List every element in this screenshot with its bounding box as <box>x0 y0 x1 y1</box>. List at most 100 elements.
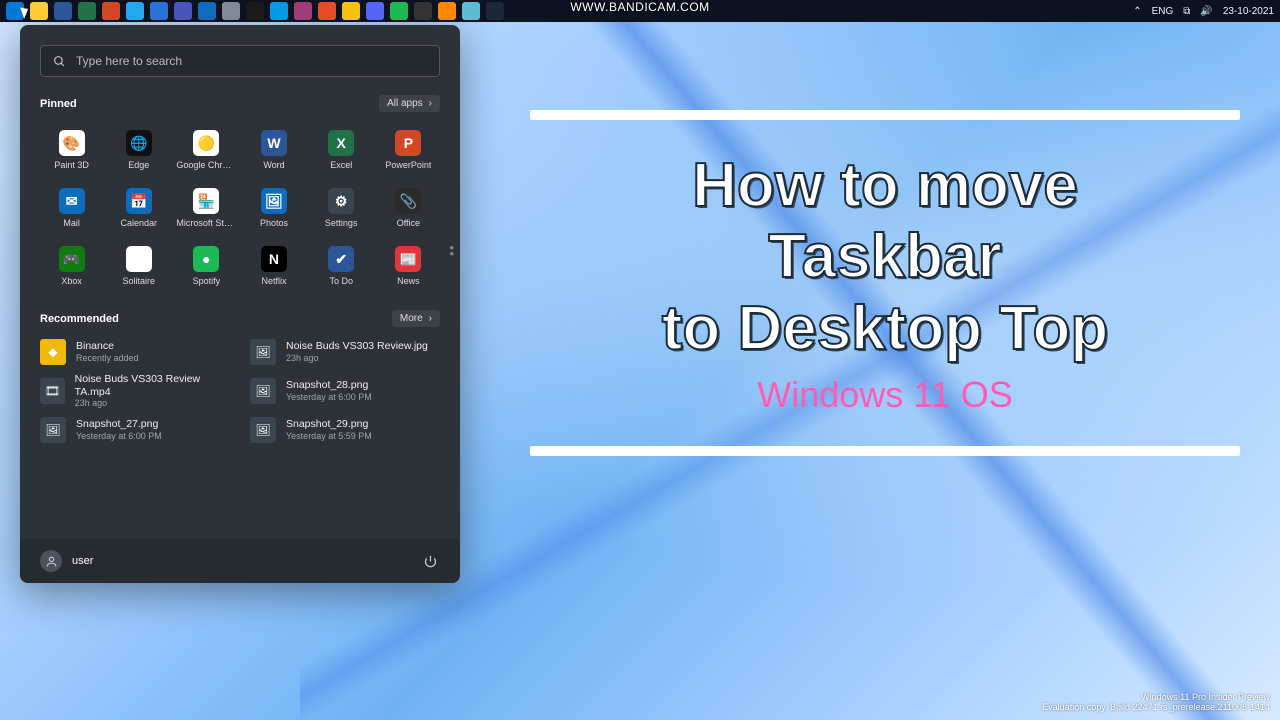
pinned-app-solitaire[interactable]: ♠Solitaire <box>107 240 170 292</box>
recommended-title: Snapshot_29.png <box>286 418 372 431</box>
tutorial-title-overlay: How to move Taskbar to Desktop Top Windo… <box>530 110 1240 456</box>
search-input[interactable]: Type here to search <box>40 45 440 77</box>
tray-date[interactable]: 23-10-2021 <box>1223 6 1274 17</box>
more-button[interactable]: More › <box>392 310 440 327</box>
recommended-title: Snapshot_27.png <box>76 418 162 431</box>
pinned-label: Settings <box>325 218 358 228</box>
file-icon: 🖼 <box>40 417 66 443</box>
search-placeholder: Type here to search <box>76 54 182 68</box>
pinned-app-powerpoint[interactable]: PPowerPoint <box>377 124 440 176</box>
pinned-app-excel[interactable]: XExcel <box>310 124 373 176</box>
windows-build-text: Windows 11 Pro Insider Preview Evaluatio… <box>1042 692 1270 712</box>
tray-chevron-icon[interactable]: ⌃ <box>1133 6 1141 17</box>
title-line-3: to Desktop Top <box>530 293 1240 364</box>
pinned-page-indicator[interactable]: •• <box>449 245 454 257</box>
pinned-label: Xbox <box>61 276 82 286</box>
taskbar-app-spotify[interactable] <box>390 2 408 20</box>
word-icon: W <box>261 130 287 156</box>
avatar-icon <box>40 550 62 572</box>
pinned-app-todo[interactable]: ✔To Do <box>310 240 373 292</box>
recommended-subtitle: Yesterday at 6:00 PM <box>76 431 162 442</box>
pinned-label: Google Chrome <box>176 160 236 170</box>
taskbar-app-mail[interactable] <box>198 2 216 20</box>
tray-language-indicator[interactable]: ENG <box>1152 6 1174 17</box>
pinned-app-edge[interactable]: 🌐Edge <box>107 124 170 176</box>
user-profile-button[interactable]: user <box>40 550 93 572</box>
taskbar-app-settings[interactable] <box>222 2 240 20</box>
pinned-app-spotify[interactable]: ●Spotify <box>174 240 238 292</box>
recommended-item[interactable]: 🎞Noise Buds VS303 Review TA.mp423h ago <box>40 373 230 409</box>
pinned-label: Microsoft Store <box>176 218 236 228</box>
recommended-item[interactable]: 🖼Snapshot_29.pngYesterday at 5:59 PM <box>250 417 440 443</box>
taskbar-app-discord[interactable] <box>366 2 384 20</box>
pinned-app-photos[interactable]: 🖼Photos <box>242 182 305 234</box>
taskbar-app-explorer[interactable] <box>30 2 48 20</box>
recommended-subtitle: 23h ago <box>75 398 230 409</box>
all-apps-label: All apps <box>387 98 423 109</box>
search-icon <box>53 55 66 68</box>
pinned-label: Word <box>263 160 284 170</box>
recommended-item[interactable]: ◆BinanceRecently added <box>40 339 230 365</box>
paint3d-icon: 🎨 <box>59 130 85 156</box>
news-icon: 📰 <box>395 246 421 272</box>
msstore-icon: 🏪 <box>193 188 219 214</box>
recommended-item[interactable]: 🖼 Snapshot_27.pngYesterday at 6:00 PM <box>40 417 230 443</box>
title-line-2: Taskbar <box>530 221 1240 292</box>
taskbar-app-excel[interactable] <box>78 2 96 20</box>
build-line-2: Evaluation copy. Build 22471.rs_prerelea… <box>1042 702 1270 712</box>
tray-network-icon[interactable]: ⧉ <box>1183 6 1190 17</box>
pinned-app-msstore[interactable]: 🏪 Microsoft Store <box>174 182 238 234</box>
taskbar-app-teams[interactable] <box>174 2 192 20</box>
taskbar-app-word[interactable] <box>54 2 72 20</box>
solitaire-icon: ♠ <box>126 246 152 272</box>
pinned-app-settings[interactable]: ⚙ Settings <box>310 182 373 234</box>
taskbar-app-steam[interactable] <box>486 2 504 20</box>
pinned-app-paint3d[interactable]: 🎨Paint 3D <box>40 124 103 176</box>
taskbar-app-edge[interactable] <box>150 2 168 20</box>
power-button[interactable] <box>420 551 440 571</box>
taskbar-app-chrome[interactable] <box>342 2 360 20</box>
system-tray[interactable]: ⌃ ENG ⧉ 🔊 23-10-2021 <box>1133 6 1274 17</box>
pinned-app-news[interactable]: 📰News <box>377 240 440 292</box>
recommended-item[interactable]: 🖼 Noise Buds VS303 Review.jpg23h ago <box>250 339 440 365</box>
pinned-app-word[interactable]: W Word <box>242 124 305 176</box>
recommended-item[interactable]: 🖼 Snapshot_28.pngYesterday at 6:00 PM <box>250 373 440 409</box>
spotify-icon: ● <box>193 246 219 272</box>
more-label: More <box>400 313 423 324</box>
recommended-subtitle: Yesterday at 6:00 PM <box>286 392 372 403</box>
build-line-1: Windows 11 Pro Insider Preview <box>1042 692 1270 702</box>
taskbar-app-vlc[interactable] <box>438 2 456 20</box>
file-icon: 🖼 <box>250 378 276 404</box>
all-apps-button[interactable]: All apps › <box>379 95 440 112</box>
recommended-title: Snapshot_28.png <box>286 379 372 392</box>
taskbar-app-terminal[interactable] <box>246 2 264 20</box>
calendar-icon: 📅 <box>126 188 152 214</box>
taskbar-app-powerpoint[interactable] <box>102 2 120 20</box>
recommended-subtitle: Recently added <box>76 353 139 364</box>
recommended-title: Noise Buds VS303 Review.jpg <box>286 340 428 353</box>
taskbar-app-snip[interactable] <box>294 2 312 20</box>
pinned-label: PowerPoint <box>385 160 431 170</box>
pinned-heading: Pinned <box>40 98 77 110</box>
file-icon: 🖼 <box>250 339 276 365</box>
tray-volume-icon[interactable]: 🔊 <box>1200 6 1212 17</box>
pinned-label: Excel <box>330 160 352 170</box>
settings-icon: ⚙ <box>328 188 354 214</box>
taskbar-app-vscode[interactable] <box>126 2 144 20</box>
taskbar-app-opera[interactable] <box>318 2 336 20</box>
pinned-app-office[interactable]: 📎Office <box>377 182 440 234</box>
netflix-icon: N <box>261 246 287 272</box>
chevron-right-icon: › <box>429 98 432 109</box>
recommended-subtitle: 23h ago <box>286 353 428 364</box>
pinned-app-chrome[interactable]: 🟡Google Chrome <box>174 124 238 176</box>
pinned-app-netflix[interactable]: NNetflix <box>242 240 305 292</box>
taskbar-app-notepad[interactable] <box>462 2 480 20</box>
taskbar-app-obs[interactable] <box>414 2 432 20</box>
pinned-label: Office <box>397 218 420 228</box>
taskbar-app-photos[interactable] <box>270 2 288 20</box>
pinned-label: Calendar <box>121 218 158 228</box>
pinned-app-mail[interactable]: ✉Mail <box>40 182 103 234</box>
pinned-app-calendar[interactable]: 📅 Calendar <box>107 182 170 234</box>
pinned-app-xbox[interactable]: 🎮Xbox <box>40 240 103 292</box>
start-menu: Type here to search Pinned All apps › 🎨P… <box>20 25 460 583</box>
